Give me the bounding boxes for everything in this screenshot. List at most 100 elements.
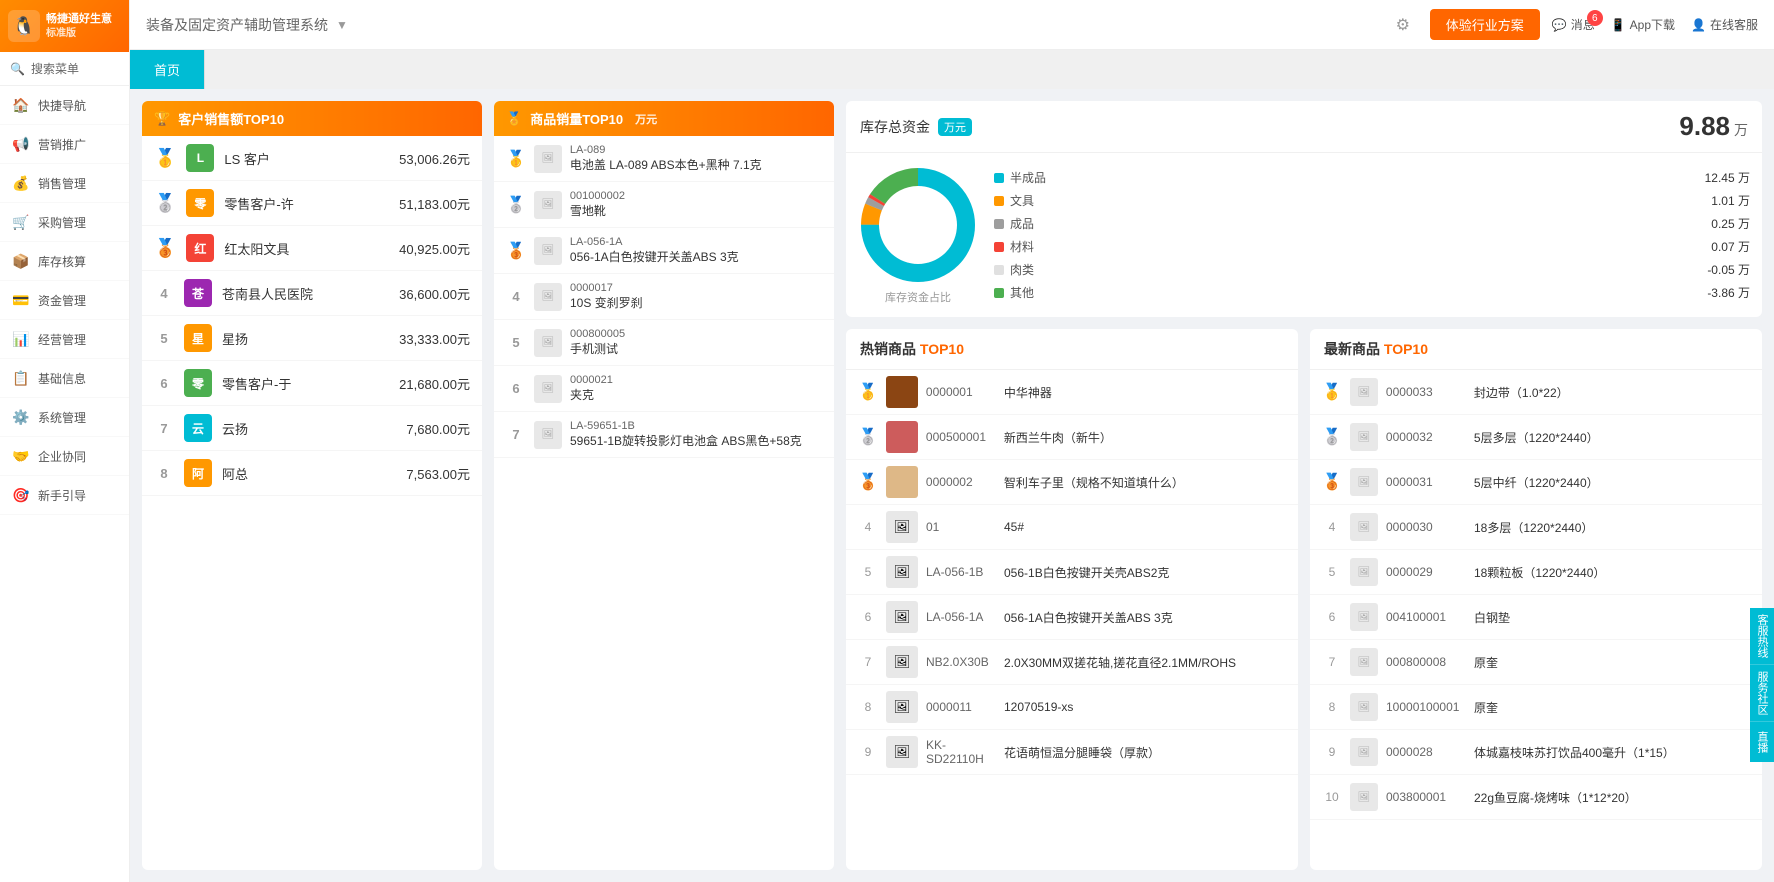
hot-product-item: 5 🖼 LA-056-1B 056-1B白色按键开关壳ABS2克: [846, 550, 1298, 595]
product-code: 10000100001: [1386, 700, 1466, 714]
online-service-label: 在线客服: [1710, 16, 1758, 33]
tab-home[interactable]: 首页: [130, 50, 205, 89]
app-name: 畅捷通好生意: [46, 12, 112, 26]
product-thumbnail: 🖼: [534, 421, 562, 449]
product-thumbnail: 🖼: [1350, 648, 1378, 676]
sidebar-item-guide[interactable]: 🎯 新手引导: [0, 476, 129, 515]
product-thumbnail: 🖼: [886, 646, 918, 678]
product-thumbnail: 🖼: [534, 237, 562, 265]
sidebar-item-system[interactable]: ⚙️ 系统管理: [0, 398, 129, 437]
bottom-section: 热销商品 TOP10 🥇 0000001 中华神器 🥈 000500001 新西…: [846, 329, 1762, 870]
search-menu[interactable]: 🔍 搜索菜单: [0, 52, 129, 86]
hot-products-badge: TOP10: [920, 341, 964, 357]
sidebar-item-inventory[interactable]: 📦 库存核算: [0, 242, 129, 281]
hot-products-title: 热销商品: [860, 341, 916, 357]
product-thumbnail: 🖼: [886, 601, 918, 633]
customer-ranking-title: 客户销售额TOP10: [178, 109, 284, 128]
product-code: NB2.0X30B: [926, 655, 996, 669]
new-product-item: 🥉 🖼 0000031 5层中纤（1220*2440）: [1310, 460, 1762, 505]
sidebar-item-purchase[interactable]: 🛒 采购管理: [0, 203, 129, 242]
new-product-item: 8 🖼 10000100001 原奎: [1310, 685, 1762, 730]
customer-service-hotline-button[interactable]: 客服热线: [1750, 608, 1774, 665]
basic-icon: 📋: [12, 369, 30, 387]
online-service-button[interactable]: 👤 在线客服: [1691, 16, 1758, 33]
legend-value: 0.07 万: [1711, 238, 1750, 255]
app-download-button[interactable]: 📱 App下载: [1611, 16, 1675, 33]
product-name: 056-1A白色按键开关盖ABS 3克: [1004, 609, 1286, 626]
guide-icon: 🎯: [12, 486, 30, 504]
nav-label: 营销推广: [38, 136, 86, 153]
new-products-list: 🥇 🖼 0000033 封边带（1.0*22） 🥈 🖼 0000032 5层多层…: [1310, 370, 1762, 870]
product-image: [886, 421, 918, 453]
legend-value: -3.86 万: [1707, 284, 1750, 301]
new-product-item: 🥈 🖼 0000032 5层多层（1220*2440）: [1310, 415, 1762, 460]
legend-label: 半成品: [1010, 169, 1699, 186]
service-community-button[interactable]: 服务社区: [1750, 665, 1774, 722]
main-area: 装备及固定资产辅助管理系统 ▼ ⚙ 体验行业方案 💬 消息 6 📱 App下载 …: [130, 0, 1774, 882]
new-product-item: 10 🖼 003800001 22g鱼豆腐-烧烤味（1*12*20）: [1310, 775, 1762, 820]
sidebar-item-quick-nav[interactable]: 🏠 快捷导航: [0, 86, 129, 125]
sidebar-item-operation[interactable]: 📊 经营管理: [0, 320, 129, 359]
nav-label: 资金管理: [38, 292, 86, 309]
trophy-icon: 🏆: [154, 111, 170, 127]
product-name: 白钢垫: [1474, 609, 1750, 626]
message-button[interactable]: 💬 消息 6: [1552, 16, 1595, 33]
new-product-item: 🥇 🖼 0000033 封边带（1.0*22）: [1310, 370, 1762, 415]
service-icon: 👤: [1691, 18, 1706, 32]
legend-value: 12.45 万: [1705, 169, 1750, 186]
product-name: 22g鱼豆腐-烧烤味（1*12*20）: [1474, 789, 1750, 806]
product-name: 5层中纤（1220*2440）: [1474, 474, 1750, 491]
new-product-item: 9 🖼 0000028 体城嘉枝味苏打饮品400毫升（1*15）: [1310, 730, 1762, 775]
product-name: 原奎: [1474, 654, 1750, 671]
nav-label: 销售管理: [38, 175, 86, 192]
new-products-badge: TOP10: [1384, 341, 1428, 357]
finance-icon: 💳: [12, 291, 30, 309]
donut-chart: [858, 165, 978, 285]
hot-products-list: 🥇 0000001 中华神器 🥈 000500001 新西兰牛肉（新牛） 🥉 0…: [846, 370, 1298, 870]
inventory-panel: 库存总资金 万元 9.88 万: [846, 101, 1762, 317]
logo-icon: 🐧: [8, 10, 40, 42]
legend-dot: [994, 196, 1004, 206]
product-thumbnail: 🖼: [534, 375, 562, 403]
search-icon: 🔍: [10, 62, 25, 76]
sidebar-item-finance[interactable]: 💳 资金管理: [0, 281, 129, 320]
new-product-item: 7 🖼 000800008 原奎: [1310, 640, 1762, 685]
inventory-amount-display: 9.88 万: [1679, 111, 1748, 142]
legend-label: 其他: [1010, 284, 1701, 301]
sidebar-item-cooperation[interactable]: 🤝 企业协同: [0, 437, 129, 476]
hot-product-item: 🥉 0000002 智利车子里（规格不知道填什么）: [846, 460, 1298, 505]
legend-label: 成品: [1010, 215, 1705, 232]
product-thumbnail: 🖼: [886, 691, 918, 723]
inventory-big-num: 9.88: [1679, 111, 1730, 142]
trial-button[interactable]: 体验行业方案: [1430, 9, 1540, 40]
nav-label: 系统管理: [38, 409, 86, 426]
nav-label: 采购管理: [38, 214, 86, 231]
product-thumbnail: 🖼: [1350, 603, 1378, 631]
sidebar-item-sales[interactable]: 💰 销售管理: [0, 164, 129, 203]
product-ranking-item: 6 🖼 0000021 夹克: [494, 366, 834, 412]
legend-item: 其他 -3.86 万: [994, 284, 1750, 301]
hot-product-item: 6 🖼 LA-056-1A 056-1A白色按键开关盖ABS 3克: [846, 595, 1298, 640]
product-thumbnail: 🖼: [534, 329, 562, 357]
product-name: 封边带（1.0*22）: [1474, 384, 1750, 401]
inventory-title: 库存总资金: [860, 117, 930, 137]
product-name: 原奎: [1474, 699, 1750, 716]
product-ranking-item: 🥈 🖼 001000002 雪地靴: [494, 182, 834, 228]
sidebar-item-basic[interactable]: 📋 基础信息: [0, 359, 129, 398]
settings-button[interactable]: ⚙: [1388, 10, 1418, 40]
product-code: 0000029: [1386, 565, 1466, 579]
product-ranking-item: 4 🖼 0000017 10S 变刹罗刹: [494, 274, 834, 320]
customer-ranking-item: 8 阿 阿总 7,563.00元: [142, 451, 482, 496]
sidebar-item-marketing[interactable]: 📢 营销推广: [0, 125, 129, 164]
product-ranking-header: 🏅 商品销量TOP10 万元: [494, 101, 834, 136]
product-name: 2.0X30MM双搓花轴,搓花直径2.1MM/ROHS: [1004, 654, 1286, 671]
new-product-item: 6 🖼 004100001 白钢垫: [1310, 595, 1762, 640]
product-code: 000800008: [1386, 655, 1466, 669]
medal-icon: 🏅: [506, 111, 522, 127]
product-name: 056-1B白色按键开关壳ABS2克: [1004, 564, 1286, 581]
inventory-legend: 半成品 12.45 万 文具 1.01 万 成品 0.25 万 材料 0.07 …: [994, 169, 1750, 301]
live-broadcast-button[interactable]: 直播: [1750, 722, 1774, 762]
float-service: 客服热线 服务社区 直播: [1750, 608, 1774, 762]
nav-label: 新手引导: [38, 487, 86, 504]
customer-ranking-item: 🥉 红 红太阳文具 40,925.00元: [142, 226, 482, 271]
